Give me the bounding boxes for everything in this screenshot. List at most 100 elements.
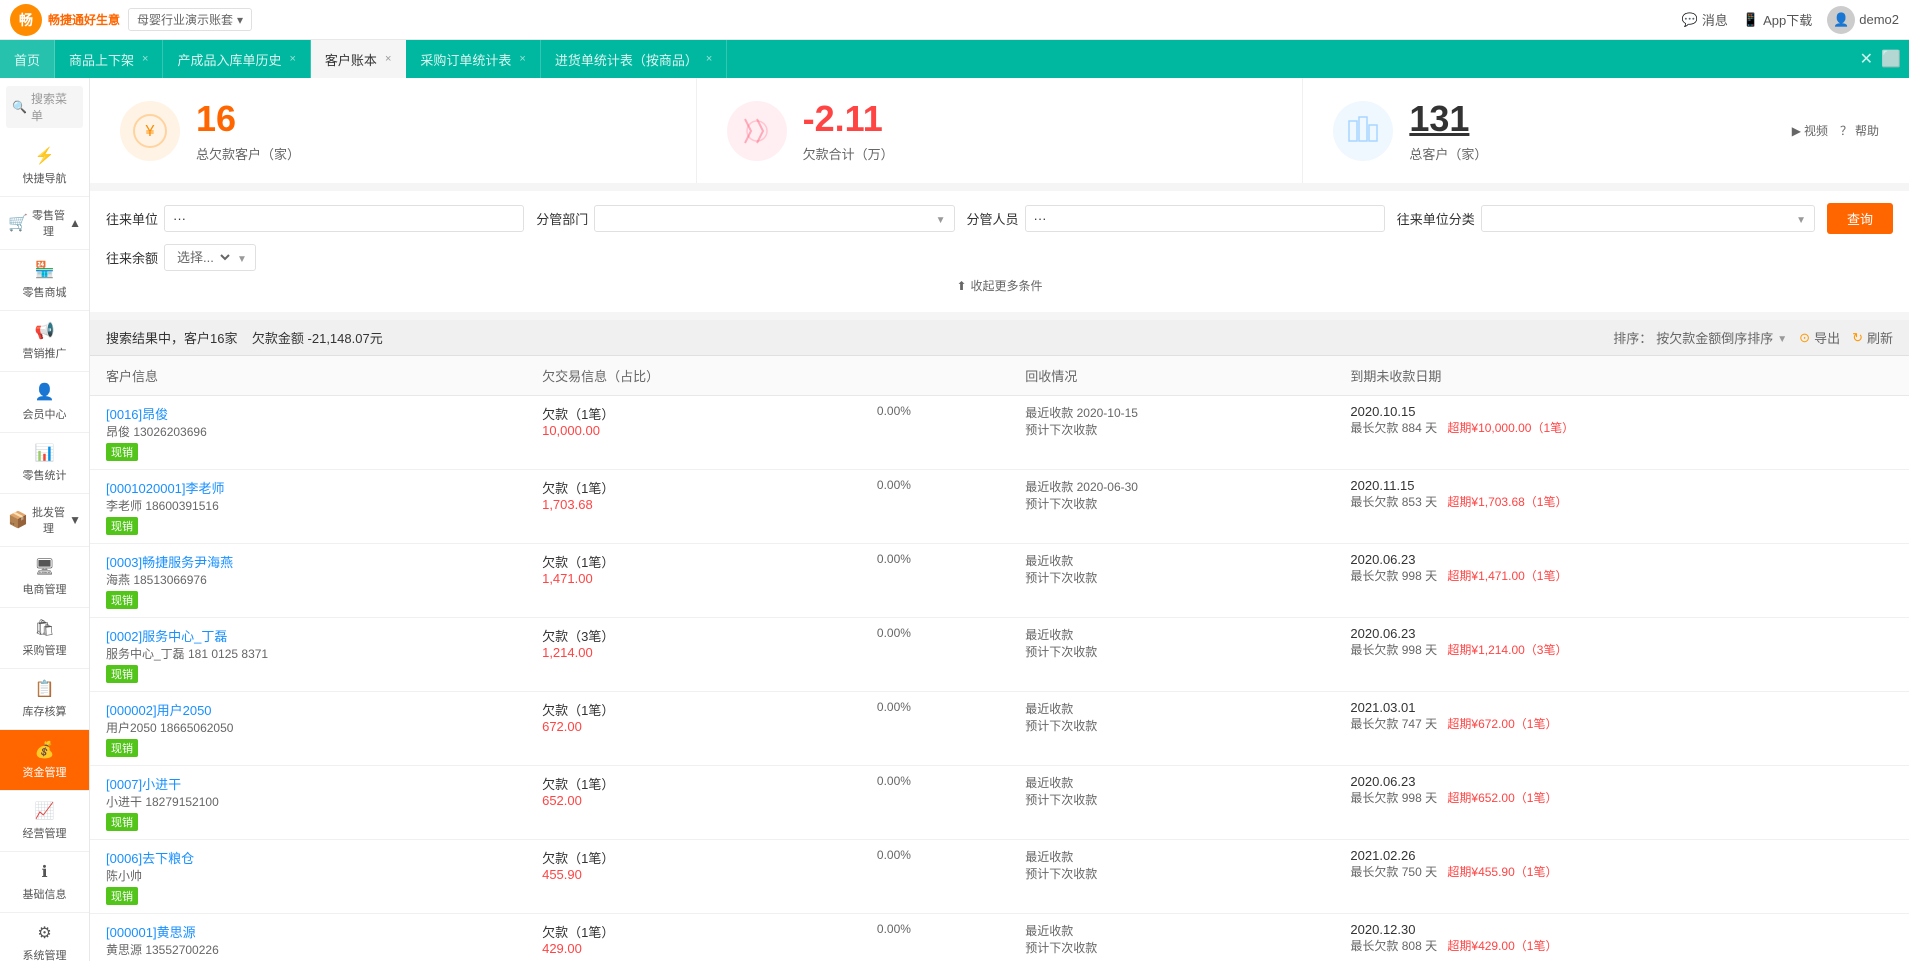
filter-item-customer-unit: 往来单位 ··· xyxy=(106,205,524,232)
user-name: demo2 xyxy=(1859,12,1899,27)
debt-ratio-1: 0.00% xyxy=(877,478,993,492)
debt-amount-1[interactable]: 1,703.68 xyxy=(542,497,845,512)
customer-id-4[interactable]: [000002]用户2050 xyxy=(106,703,212,718)
refresh-icon: ↻ xyxy=(1852,330,1863,346)
balance-select[interactable]: 选择... 有欠款 无欠款 xyxy=(164,244,256,271)
nav-tab-home[interactable]: 首页 xyxy=(0,40,55,78)
customer-id-1[interactable]: [0001020001]李老师 xyxy=(106,481,225,496)
overdue-amount-5[interactable]: 超期¥652.00（1笔） xyxy=(1447,791,1557,805)
nav-tab-inbound-close[interactable]: × xyxy=(706,53,712,65)
td-due-date-6: 2021.02.26 最长欠款 750 天 超期¥455.90（1笔） xyxy=(1334,840,1909,914)
overdue-amount-4[interactable]: 超期¥672.00（1笔） xyxy=(1447,717,1557,731)
debt-amount-0[interactable]: 10,000.00 xyxy=(542,423,845,438)
sidebar-item-quick-nav[interactable]: ⚡ 快捷导航 xyxy=(0,136,89,197)
sidebar-item-ecommerce[interactable]: 🖥 电商管理 xyxy=(0,547,89,608)
sidebar-item-capital-mgmt[interactable]: 💰 资金管理 xyxy=(0,730,89,791)
store-selector[interactable]: 母婴行业演示账套 ▾ xyxy=(128,8,252,31)
customer-id-6[interactable]: [0006]去下粮仓 xyxy=(106,851,194,866)
debt-amount-7[interactable]: 429.00 xyxy=(542,941,845,956)
overdue-amount-0[interactable]: 超期¥10,000.00（1笔） xyxy=(1447,421,1574,435)
customer-tag-3: 现销 xyxy=(106,665,138,683)
top-bar: 畅 畅捷通好生意 母婴行业演示账套 ▾ 💬 消息 📱 App下载 👤 demo2 xyxy=(0,0,1909,40)
overdue-amount-1[interactable]: 超期¥1,703.68（1笔） xyxy=(1447,495,1567,509)
results-info: 搜索结果中，客户16家 欠款金额 -21,148.07元 xyxy=(106,328,383,347)
nav-tab-inbound[interactable]: 进货单统计表（按商品） × xyxy=(541,40,727,78)
filter-collapse-btn[interactable]: ⬆ 收起更多条件 xyxy=(112,277,1887,294)
refresh-btn[interactable]: ↻ 刷新 xyxy=(1852,328,1893,347)
nav-tab-goods-close[interactable]: × xyxy=(142,53,148,65)
stat-card-total-customers: 131 总客户（家） ▶ 视频 ？ 帮助 xyxy=(1303,78,1909,183)
sidebar-item-base-info[interactable]: ℹ 基础信息 xyxy=(0,852,89,913)
debt-amount-5[interactable]: 652.00 xyxy=(542,793,845,808)
logo-text: 畅捷通好生意 xyxy=(48,11,120,28)
filter-input-manager[interactable]: ··· xyxy=(1025,205,1385,232)
debt-amount-2[interactable]: 1,471.00 xyxy=(542,571,845,586)
nav-close-btn[interactable]: ✕ xyxy=(1860,49,1873,69)
sidebar-item-sys-mgmt[interactable]: ⚙ 系统管理 xyxy=(0,913,89,961)
nav-tab-account[interactable]: 客户账本 × xyxy=(311,40,406,78)
sidebar-item-operations[interactable]: 📈 经营管理 xyxy=(0,791,89,852)
debt-count-1: 欠款（1笔） xyxy=(542,478,845,497)
debt-count-7: 欠款（1笔） xyxy=(542,922,845,941)
stat-help-btn[interactable]: ？ 帮助 xyxy=(1840,122,1879,139)
customer-id-2[interactable]: [0003]畅捷服务尹海燕 xyxy=(106,555,233,570)
filter-select-dept[interactable] xyxy=(594,205,954,232)
table-row: [0016]昂俊 昂俊 13026203696 现销 欠款（1笔） 10,000… xyxy=(90,396,1909,470)
sidebar-item-batch-mgmt[interactable]: 📦 批发管理 ▼ xyxy=(0,494,89,547)
sidebar-item-membership[interactable]: 👤 会员中心 xyxy=(0,372,89,433)
sidebar: 🔍 搜索菜单 ⚡ 快捷导航 🛒 零售管理 ▲ 🏪 零售商城 📢 营销推广 xyxy=(0,78,90,961)
overdue-amount-6[interactable]: 超期¥455.90（1笔） xyxy=(1447,865,1557,879)
overdue-amount-3[interactable]: 超期¥1,214.00（3笔） xyxy=(1447,643,1567,657)
stat-video-btn[interactable]: ▶ 视频 xyxy=(1792,122,1828,139)
customer-id-3[interactable]: [0002]服务中心_丁磊 xyxy=(106,629,227,644)
nav-tab-production-close[interactable]: × xyxy=(289,53,295,65)
td-debt-ratio-6: 0.00% xyxy=(861,840,1009,914)
manager-dots: ··· xyxy=(1034,211,1047,226)
sidebar-item-retail-mall[interactable]: 🏪 零售商城 xyxy=(0,250,89,311)
customer-phone-5: 小进干 18279152100 xyxy=(106,793,510,810)
balance-select-input[interactable]: 选择... 有欠款 无欠款 xyxy=(173,249,233,266)
message-btn[interactable]: 💬 消息 xyxy=(1682,10,1728,29)
overdue-days-0: 最长欠款 884 天 xyxy=(1350,421,1443,435)
nav-tab-goods[interactable]: 商品上下架 × xyxy=(55,40,163,78)
nav-tab-purchase-close[interactable]: × xyxy=(519,53,525,65)
sidebar-item-inventory[interactable]: 📋 库存核算 xyxy=(0,669,89,730)
app-download-btn[interactable]: 📱 App下载 xyxy=(1743,10,1812,29)
sidebar-item-purchase-mgmt[interactable]: 🛍 采购管理 xyxy=(0,608,89,669)
nav-expand-btn[interactable]: ⬜ xyxy=(1881,49,1901,69)
overdue-amount-7[interactable]: 超期¥429.00（1笔） xyxy=(1447,939,1557,953)
customer-id-5[interactable]: [0007]小进干 xyxy=(106,777,181,792)
ecommerce-icon: 🖥 xyxy=(34,557,54,577)
nav-tab-production[interactable]: 产成品入库单历史 × xyxy=(163,40,310,78)
sidebar-item-marketing[interactable]: 📢 营销推广 xyxy=(0,311,89,372)
nav-tab-purchase[interactable]: 采购订单统计表 × xyxy=(406,40,540,78)
sort-select[interactable]: 排序： 按欠款金额倒序排序 xyxy=(1613,328,1787,347)
filter-input-customer-unit[interactable]: ··· xyxy=(164,205,524,232)
customer-id-7[interactable]: [000001]黄思源 xyxy=(106,925,196,940)
td-debt-count-5: 欠款（1笔） 652.00 xyxy=(526,766,861,840)
debt-amount-4[interactable]: 672.00 xyxy=(542,719,845,734)
stat-number-debt-customers: 16 xyxy=(196,98,300,140)
filter-collapse[interactable]: ⬆ 收起更多条件 xyxy=(106,271,1893,300)
query-button[interactable]: 查询 xyxy=(1827,203,1893,234)
overdue-days-1: 最长欠款 853 天 xyxy=(1350,495,1443,509)
export-btn[interactable]: ⊙ 导出 xyxy=(1799,328,1840,347)
debt-ratio-7: 0.00% xyxy=(877,922,993,936)
sidebar-item-retail-stats[interactable]: 📊 零售统计 xyxy=(0,433,89,494)
marketing-icon: 📢 xyxy=(35,321,55,341)
debt-amount-3[interactable]: 1,214.00 xyxy=(542,645,845,660)
overdue-amount-2[interactable]: 超期¥1,471.00（1笔） xyxy=(1447,569,1567,583)
sidebar-search-area[interactable]: 🔍 搜索菜单 xyxy=(0,78,89,136)
retail-stats-label: 零售统计 xyxy=(23,467,67,483)
th-due-date: 到期未收款日期 xyxy=(1334,356,1909,396)
sidebar-item-retail-mgmt[interactable]: 🛒 零售管理 ▲ xyxy=(0,197,89,250)
filter-select-unit-category[interactable] xyxy=(1481,205,1815,232)
next-collect-2: 预计下次收款 xyxy=(1025,569,1318,586)
nav-tab-account-close[interactable]: × xyxy=(385,53,391,65)
user-profile-btn[interactable]: 👤 demo2 xyxy=(1827,6,1899,34)
customer-id-0[interactable]: [0016]昂俊 xyxy=(106,407,168,422)
debt-amount-6[interactable]: 455.90 xyxy=(542,867,845,882)
sidebar-search-box[interactable]: 🔍 搜索菜单 xyxy=(6,86,83,128)
td-due-date-5: 2020.06.23 最长欠款 998 天 超期¥652.00（1笔） xyxy=(1334,766,1909,840)
td-debt-count-2: 欠款（1笔） 1,471.00 xyxy=(526,544,861,618)
